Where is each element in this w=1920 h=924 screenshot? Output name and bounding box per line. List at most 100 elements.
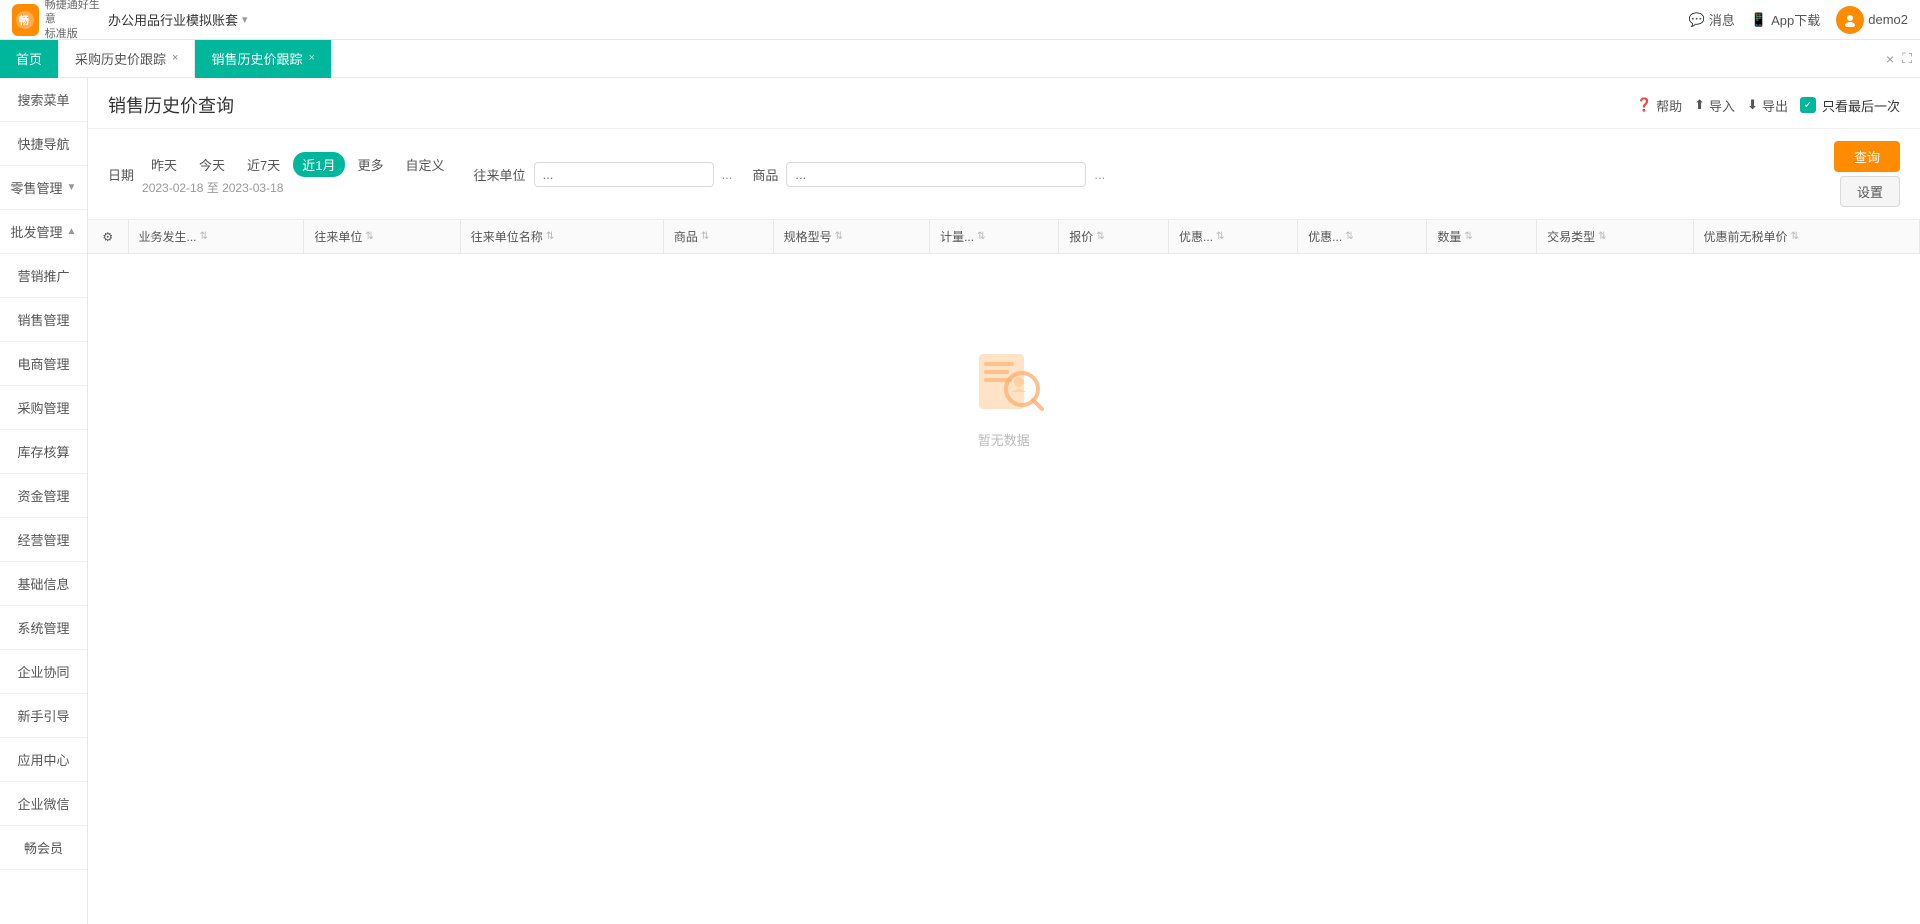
sort-icon-spec: ⇅ xyxy=(835,231,843,242)
sort-icon-discount1: ⇅ xyxy=(1216,231,1224,242)
wholesale-mgmt-arrow-icon: ▲ xyxy=(67,226,77,237)
help-icon: ❓ xyxy=(1636,97,1652,113)
tab-purchase-history-close[interactable]: × xyxy=(172,53,178,64)
top-bar: 畅 畅捷通好生意 标准版 办公用品行业模拟账套 ▾ 💬 消息 📱 App下载 d… xyxy=(0,0,1920,40)
sidebar-item-purchase-mgmt[interactable]: 采购管理 xyxy=(0,386,87,430)
maximize-icon[interactable]: ⛶ xyxy=(1902,50,1912,67)
tab-home[interactable]: 首页 xyxy=(0,40,59,78)
tab-purchase-history[interactable]: 采购历史价跟踪 × xyxy=(59,40,195,78)
sidebar-item-retail-mgmt[interactable]: 零售管理 ▼ xyxy=(0,166,87,210)
app-title-area[interactable]: 办公用品行业模拟账套 ▾ xyxy=(108,10,1681,29)
sidebar-item-wholesale-mgmt[interactable]: 批发管理 ▲ xyxy=(0,210,87,254)
sidebar-item-operations-mgmt[interactable]: 经营管理 xyxy=(0,518,87,562)
goods-input[interactable] xyxy=(786,162,1086,187)
col-pretax-price[interactable]: 优惠前无税单价 ⇅ xyxy=(1693,220,1919,254)
col-partner-name[interactable]: 往来单位名称 ⇅ xyxy=(460,220,663,254)
only-last-checkbox[interactable]: ✓ 只看最后一次 xyxy=(1800,96,1900,115)
tab-sales-history[interactable]: 销售历史价跟踪 × xyxy=(195,40,331,78)
sort-icon-goods: ⇅ xyxy=(701,231,709,242)
sidebar-item-enterprise-coop[interactable]: 企业协同 xyxy=(0,650,87,694)
page-actions: ❓ 帮助 ⬆ 导入 ⬇ 导出 ✓ 只看最后一次 xyxy=(1636,96,1900,115)
close-all-icon[interactable]: × xyxy=(1886,51,1894,67)
sort-icon-trade-type: ⇅ xyxy=(1598,231,1606,242)
sidebar-item-search-menu[interactable]: 搜索菜单 xyxy=(0,78,87,122)
empty-icon xyxy=(964,334,1044,414)
col-spec[interactable]: 规格型号 ⇅ xyxy=(773,220,929,254)
date-btn-more[interactable]: 更多 xyxy=(349,152,393,177)
col-quantity[interactable]: 数量 ⇅ xyxy=(1427,220,1537,254)
main-content: 销售历史价查询 ❓ 帮助 ⬆ 导入 ⬇ 导出 ✓ 只看最后一次 xyxy=(88,78,1920,924)
col-biz-date[interactable]: 业务发生... ⇅ xyxy=(128,220,304,254)
sidebar-item-quick-nav[interactable]: 快捷导航 xyxy=(0,122,87,166)
page-title: 销售历史价查询 xyxy=(108,92,234,118)
table-area: ⚙ 业务发生... ⇅ 往来单位 ⇅ xyxy=(88,220,1920,924)
message-btn[interactable]: 💬 消息 xyxy=(1689,10,1735,29)
sidebar-item-enterprise-wechat[interactable]: 企业微信 xyxy=(0,782,87,826)
top-bar-right: 💬 消息 📱 App下载 demo2 xyxy=(1689,6,1908,34)
sort-icon-quote: ⇅ xyxy=(1096,231,1104,242)
empty-state: 暂无数据 xyxy=(88,254,1920,529)
sort-icon-partner-name: ⇅ xyxy=(546,231,554,242)
sort-icon-biz-date: ⇅ xyxy=(200,231,208,242)
checkbox-checked-icon: ✓ xyxy=(1800,97,1816,113)
sort-icon-pretax-price: ⇅ xyxy=(1791,231,1799,242)
partner-input[interactable] xyxy=(534,162,714,187)
sidebar-item-inventory[interactable]: 库存核算 xyxy=(0,430,87,474)
partner-input-dots: ... xyxy=(722,167,733,182)
date-filter-col: 昨天 今天 近7天 近1月 更多 自定义 2023-02-18 至 2023-0… xyxy=(142,152,454,196)
sort-icon-discount2: ⇅ xyxy=(1345,231,1353,242)
app-title: 办公用品行业模拟账套 xyxy=(108,10,238,29)
retail-mgmt-arrow-icon: ▼ xyxy=(67,182,77,193)
help-btn[interactable]: ❓ 帮助 xyxy=(1636,96,1682,115)
sidebar-item-new-guide[interactable]: 新手引导 xyxy=(0,694,87,738)
logo-text: 畅捷通好生意 标准版 xyxy=(45,0,100,41)
export-btn[interactable]: ⬇ 导出 xyxy=(1747,96,1788,115)
partner-label: 往来单位 xyxy=(474,165,526,184)
sidebar-item-marketing[interactable]: 营销推广 xyxy=(0,254,87,298)
sidebar-item-system-mgmt[interactable]: 系统管理 xyxy=(0,606,87,650)
date-btn-last1m[interactable]: 近1月 xyxy=(293,152,344,177)
sidebar-item-finance-mgmt[interactable]: 资金管理 xyxy=(0,474,87,518)
col-discount1[interactable]: 优惠... ⇅ xyxy=(1168,220,1297,254)
app-download-btn[interactable]: 📱 App下载 xyxy=(1751,10,1820,29)
col-unit[interactable]: 计量... ⇅ xyxy=(930,220,1059,254)
filter-area: 日期 昨天 今天 近7天 近1月 更多 自定义 2023-02-18 至 202… xyxy=(88,129,1920,220)
sort-icon-quantity: ⇅ xyxy=(1464,231,1472,242)
col-settings[interactable]: ⚙ xyxy=(88,220,128,254)
app-title-dropdown-icon[interactable]: ▾ xyxy=(242,13,248,26)
date-btn-custom[interactable]: 自定义 xyxy=(397,152,454,177)
settings-icon[interactable]: ⚙ xyxy=(102,230,113,244)
settings-btn[interactable]: 设置 xyxy=(1840,176,1900,207)
message-icon: 💬 xyxy=(1689,12,1705,28)
download-icon: 📱 xyxy=(1751,12,1767,28)
col-partner-code[interactable]: 往来单位 ⇅ xyxy=(304,220,460,254)
sidebar-item-ecommerce-mgmt[interactable]: 电商管理 xyxy=(0,342,87,386)
import-btn[interactable]: ⬆ 导入 xyxy=(1694,96,1735,115)
logo-area: 畅 畅捷通好生意 标准版 xyxy=(12,0,100,41)
sidebar-item-basic-info[interactable]: 基础信息 xyxy=(0,562,87,606)
date-label: 日期 xyxy=(108,165,134,184)
date-range: 2023-02-18 至 2023-03-18 xyxy=(142,179,454,196)
user-area[interactable]: demo2 xyxy=(1836,6,1908,34)
col-trade-type[interactable]: 交易类型 ⇅ xyxy=(1537,220,1693,254)
date-btns: 昨天 今天 近7天 近1月 更多 自定义 xyxy=(142,152,454,177)
date-btn-last7[interactable]: 近7天 xyxy=(238,152,289,177)
sidebar-item-sales-mgmt[interactable]: 销售管理 xyxy=(0,298,87,342)
sidebar-item-vip[interactable]: 畅会员 xyxy=(0,826,87,870)
goods-filter-group: 商品 ... xyxy=(752,162,1105,187)
data-table: ⚙ 业务发生... ⇅ 往来单位 ⇅ xyxy=(88,220,1920,529)
sidebar: 搜索菜单 快捷导航 零售管理 ▼ 批发管理 ▲ 营销推广 销售管理 电商管理 采… xyxy=(0,78,88,924)
col-quote[interactable]: 报价 ⇅ xyxy=(1059,220,1169,254)
col-goods[interactable]: 商品 ⇅ xyxy=(663,220,773,254)
query-btn[interactable]: 查询 xyxy=(1834,141,1900,172)
tab-bar-actions: × ⛶ xyxy=(1886,50,1920,67)
date-btn-yesterday[interactable]: 昨天 xyxy=(142,152,186,177)
goods-label: 商品 xyxy=(752,165,778,184)
empty-text: 暂无数据 xyxy=(978,430,1030,449)
tab-bar: 首页 采购历史价跟踪 × 销售历史价跟踪 × × ⛶ xyxy=(0,40,1920,78)
date-btn-today[interactable]: 今天 xyxy=(190,152,234,177)
tab-sales-history-close[interactable]: × xyxy=(308,53,314,64)
sidebar-item-app-center[interactable]: 应用中心 xyxy=(0,738,87,782)
avatar xyxy=(1836,6,1864,34)
col-discount2[interactable]: 优惠... ⇅ xyxy=(1298,220,1427,254)
